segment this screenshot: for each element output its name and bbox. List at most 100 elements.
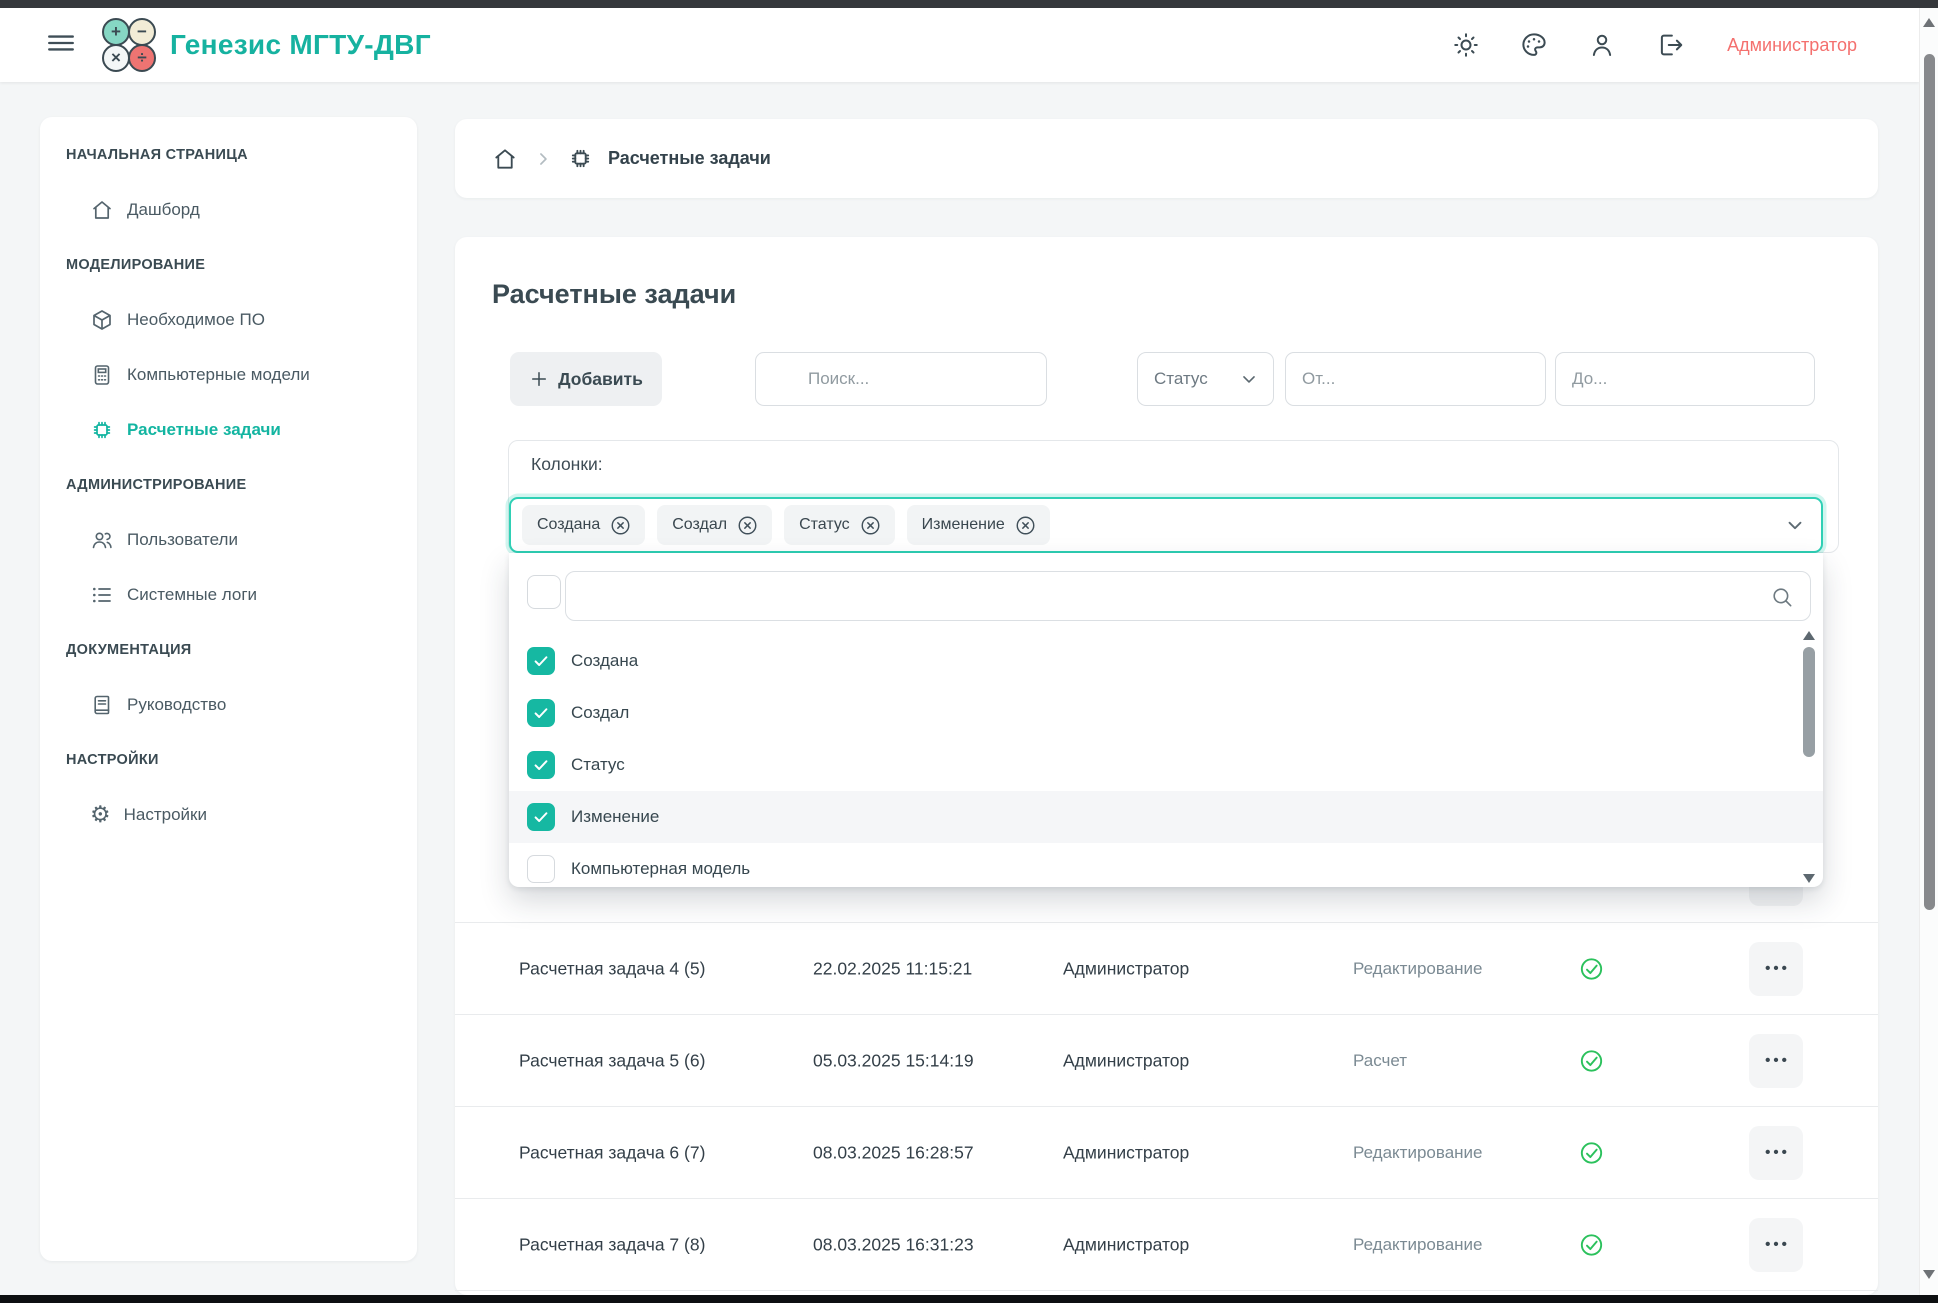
sidebar-item-calc-tasks[interactable]: Расчетные задачи	[40, 402, 417, 457]
home-icon[interactable]	[492, 146, 518, 172]
column-chip-modified: Изменение	[906, 505, 1050, 545]
sidebar-item-label: Настройки	[123, 804, 207, 824]
remove-chip-icon[interactable]	[736, 514, 759, 537]
search-input[interactable]	[755, 352, 1047, 406]
logo-minus-icon: −	[128, 18, 156, 46]
scroll-down-icon[interactable]	[1923, 1270, 1935, 1279]
sidebar-item-label: Расчетные задачи	[127, 419, 281, 439]
logout-icon[interactable]	[1655, 30, 1685, 60]
plus-icon	[532, 372, 547, 386]
dropdown-scrollbar[interactable]	[1802, 629, 1816, 883]
column-chip-status: Статус	[784, 505, 895, 545]
scroll-up-icon[interactable]	[1803, 631, 1815, 640]
sidebar-item-settings[interactable]: ⚙ Настройки	[40, 787, 417, 842]
table-row: Расчетная задача 6 (7) 08.03.2025 16:28:…	[455, 1106, 1878, 1198]
columns-dropdown: Создана Создал Статус Изменение Компьюте…	[509, 553, 1823, 887]
columns-label: Колонки:	[531, 454, 603, 474]
main-panel: Расчетные задачи Добавить Статус Колонки…	[455, 237, 1878, 1295]
palette-icon[interactable]	[1519, 30, 1549, 60]
home-icon	[90, 198, 114, 222]
columns-multiselect[interactable]: Создана Создал Статус Изменение	[509, 497, 1823, 553]
task-status: Редактирование	[1353, 1234, 1483, 1254]
sidebar-item-computer-models[interactable]: Компьютерные модели	[40, 347, 417, 402]
add-button-label: Добавить	[558, 368, 643, 389]
theme-sun-icon[interactable]	[1451, 30, 1481, 60]
task-status: Редактирование	[1353, 958, 1483, 978]
chip-icon	[90, 418, 114, 442]
checkbox-checked-icon[interactable]	[527, 803, 555, 831]
date-from-input[interactable]	[1285, 352, 1546, 406]
sidebar-item-dashboard[interactable]: Дашборд	[40, 182, 417, 237]
chevron-down-icon[interactable]	[1784, 514, 1806, 536]
sidebar-section-settings: НАСТРОЙКИ	[66, 751, 159, 768]
sidebar-item-label: Необходимое ПО	[127, 309, 265, 329]
option-computer-model[interactable]: Компьютерная модель	[509, 843, 1823, 887]
header-actions: Администратор	[1451, 8, 1857, 82]
search-field-wrap	[755, 352, 1047, 406]
remove-chip-icon[interactable]	[1014, 514, 1037, 537]
sidebar-section-documentation: ДОКУМЕНТАЦИЯ	[66, 641, 192, 658]
option-author[interactable]: Создал	[509, 687, 1823, 739]
window-bottom-edge	[0, 1295, 1938, 1303]
profile-icon[interactable]	[1587, 30, 1617, 60]
page-title: Расчетные задачи	[492, 279, 737, 309]
current-user-label[interactable]: Администратор	[1727, 35, 1857, 56]
scroll-down-icon[interactable]	[1803, 874, 1815, 883]
users-icon	[90, 528, 114, 552]
remove-chip-icon[interactable]	[859, 514, 882, 537]
option-label: Компьютерная модель	[571, 859, 751, 878]
row-menu-button[interactable]: •••	[1749, 1033, 1803, 1088]
task-author: Администратор	[1063, 958, 1190, 978]
menu-icon[interactable]	[46, 30, 76, 61]
checkbox-checked-icon[interactable]	[527, 751, 555, 779]
sidebar-section-home: НАЧАЛЬНАЯ СТРАНИЦА	[66, 146, 248, 163]
task-name: Расчетная задача 4 (5)	[519, 958, 706, 978]
checkbox-checked-icon[interactable]	[527, 647, 555, 675]
logo-plus-icon: +	[102, 18, 130, 46]
task-status: Расчет	[1353, 1050, 1408, 1070]
option-label: Создал	[571, 703, 630, 722]
sidebar-item-label: Руководство	[127, 694, 227, 714]
sidebar-item-label: Дашборд	[127, 199, 200, 219]
row-menu-button[interactable]: •••	[1749, 941, 1803, 996]
breadcrumb-current[interactable]: Расчетные задачи	[608, 148, 771, 169]
option-created[interactable]: Создана	[509, 635, 1823, 687]
book-icon	[90, 693, 114, 717]
task-created: 08.03.2025 16:31:23	[813, 1234, 974, 1254]
sidebar-item-manual[interactable]: Руководство	[40, 677, 417, 732]
chevron-right-icon	[533, 149, 553, 169]
check-circle-icon	[1578, 1139, 1605, 1166]
remove-chip-icon[interactable]	[609, 514, 632, 537]
scroll-thumb[interactable]	[1924, 54, 1935, 910]
dropdown-search-input[interactable]	[565, 571, 1811, 621]
chip-label: Статус	[799, 516, 850, 533]
checkbox-unchecked-icon[interactable]	[527, 855, 555, 883]
check-circle-icon	[1578, 955, 1605, 982]
option-status[interactable]: Статус	[509, 739, 1823, 791]
row-menu-button[interactable]: •••	[1749, 1125, 1803, 1180]
chip-icon	[568, 146, 593, 171]
sidebar-item-software[interactable]: Необходимое ПО	[40, 292, 417, 347]
select-all-checkbox[interactable]	[527, 575, 561, 609]
task-created: 08.03.2025 16:28:57	[813, 1142, 974, 1162]
scroll-up-icon[interactable]	[1923, 18, 1935, 27]
row-menu-button[interactable]: •••	[1749, 1217, 1803, 1272]
page-scrollbar[interactable]	[1919, 8, 1938, 1295]
scroll-thumb[interactable]	[1803, 647, 1815, 757]
option-modified[interactable]: Изменение	[509, 791, 1823, 843]
table-row: Расчетная задача 5 (6) 05.03.2025 15:14:…	[455, 1014, 1878, 1106]
list-icon	[90, 583, 114, 607]
sidebar-item-system-logs[interactable]: Системные логи	[40, 567, 417, 622]
task-author: Администратор	[1063, 1234, 1190, 1254]
app-logo: + − × ÷	[102, 18, 156, 72]
breadcrumb: Расчетные задачи	[455, 119, 1878, 198]
date-to-input[interactable]	[1555, 352, 1815, 406]
task-author: Администратор	[1063, 1142, 1190, 1162]
task-status: Редактирование	[1353, 1142, 1483, 1162]
status-select[interactable]: Статус	[1137, 352, 1274, 406]
task-created: 22.02.2025 11:15:21	[813, 958, 973, 978]
sidebar-item-users[interactable]: Пользователи	[40, 512, 417, 567]
add-button[interactable]: Добавить	[510, 352, 662, 406]
checkbox-checked-icon[interactable]	[527, 699, 555, 727]
app-header: + − × ÷ Генезис МГТУ-ДВГ Администратор	[0, 8, 1919, 82]
